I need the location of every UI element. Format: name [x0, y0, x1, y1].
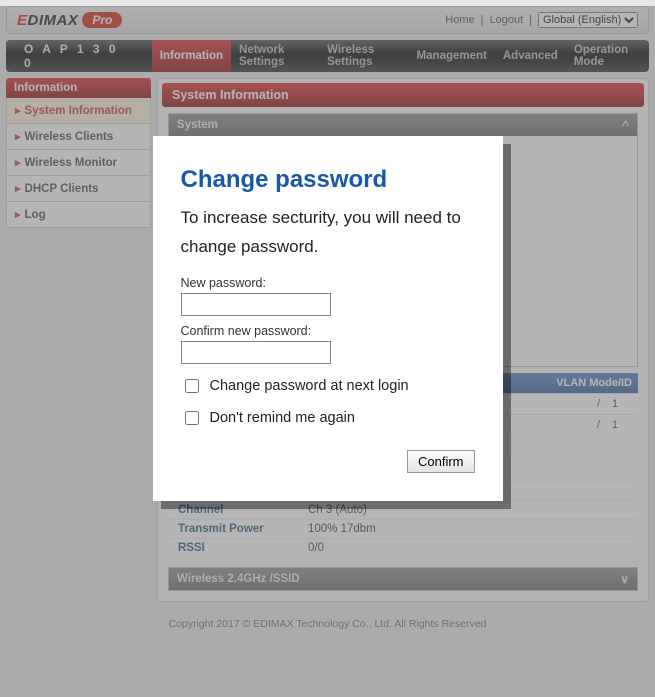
modal-body: To increase secturity, you will need to …: [181, 204, 475, 262]
modal-title: Change password: [181, 166, 475, 194]
change-next-login-label: Change password at next login: [210, 378, 409, 394]
new-password-input[interactable]: [181, 293, 331, 316]
modal-overlay: Change password To increase secturity, y…: [0, 6, 655, 697]
new-password-label: New password:: [181, 276, 475, 290]
change-password-modal: Change password To increase secturity, y…: [153, 136, 503, 501]
confirm-button[interactable]: Confirm: [407, 450, 475, 473]
dont-remind-checkbox[interactable]: [185, 411, 199, 425]
confirm-password-label: Confirm new password:: [181, 324, 475, 338]
dont-remind-label: Don't remind me again: [210, 410, 355, 426]
change-next-login-checkbox[interactable]: [185, 379, 199, 393]
confirm-password-input[interactable]: [181, 341, 331, 364]
